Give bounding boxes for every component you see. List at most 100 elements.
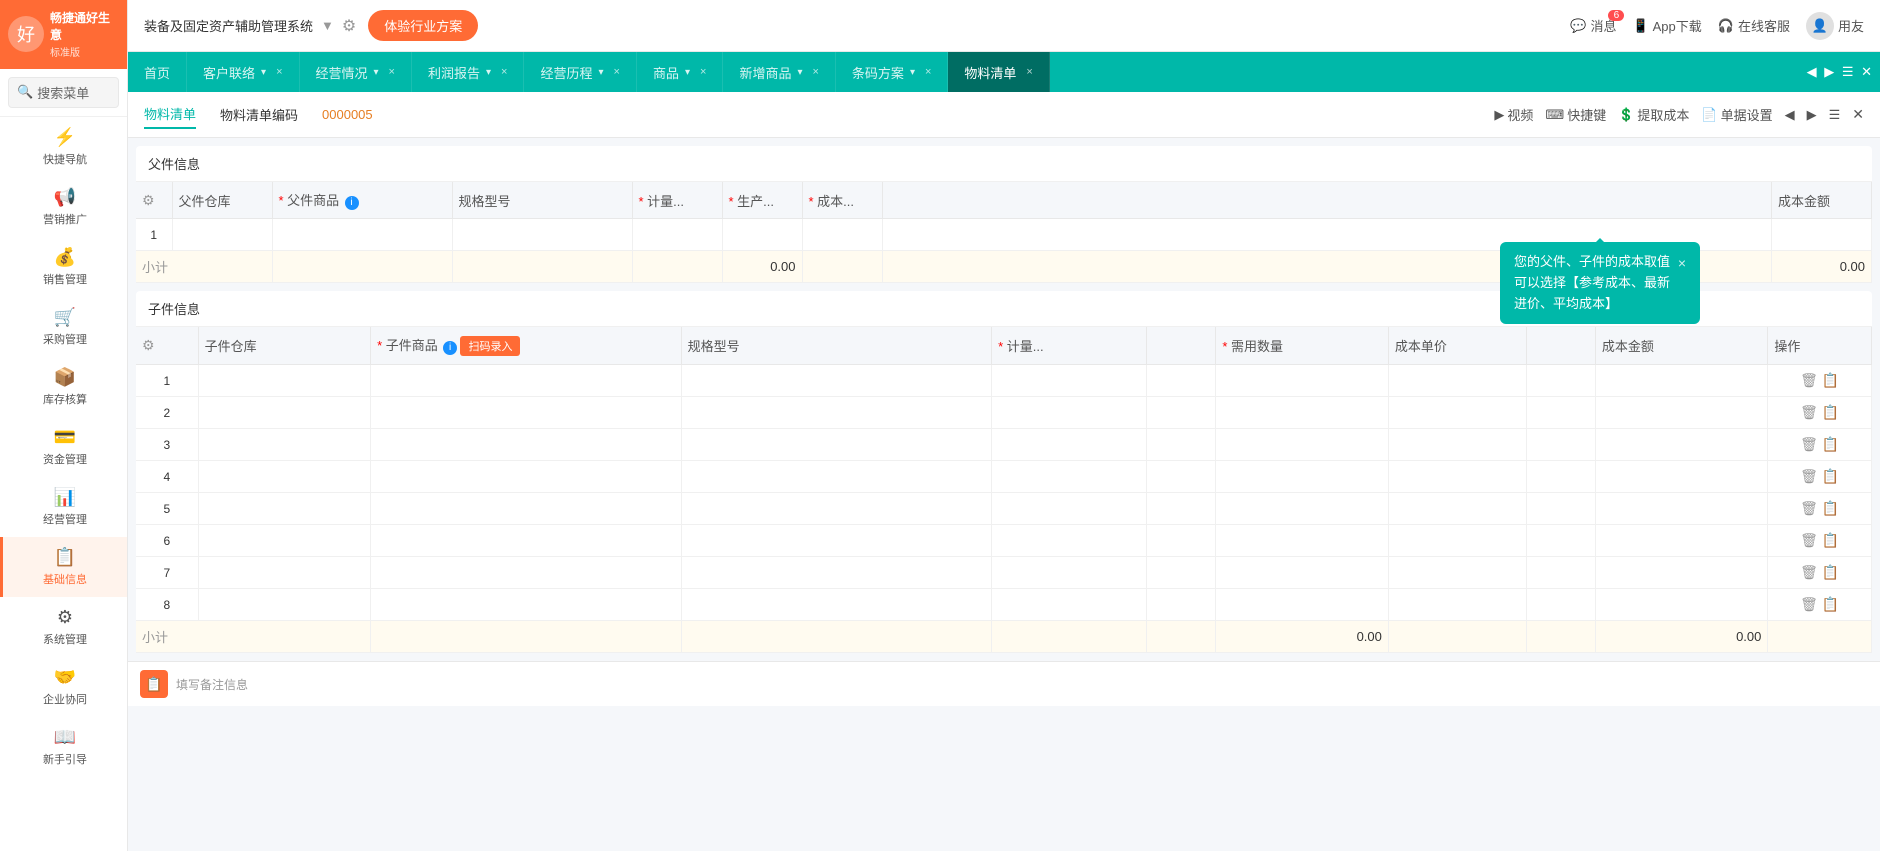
child-qty-cell[interactable] xyxy=(1216,525,1389,557)
tab-prev-icon[interactable]: ◀ xyxy=(1807,64,1817,79)
child-qty-cell[interactable] xyxy=(1216,557,1389,589)
sidebar-item-purchase[interactable]: 🛒 采购管理 xyxy=(0,297,127,357)
copy-icon[interactable]: 📋 xyxy=(1822,596,1839,613)
copy-icon[interactable]: 📋 xyxy=(1822,532,1839,549)
trial-button[interactable]: 体验行业方案 xyxy=(368,10,478,41)
child-qty-cell[interactable] xyxy=(1216,461,1389,493)
child-spec-cell[interactable] xyxy=(681,493,992,525)
child-product-cell[interactable] xyxy=(371,365,682,397)
th-settings[interactable]: ⚙ xyxy=(136,182,172,219)
child-product-cell[interactable] xyxy=(371,397,682,429)
child-unit-cell[interactable] xyxy=(992,397,1147,429)
sub-header-menu-icon[interactable]: ☰ xyxy=(1829,107,1841,123)
delete-icon[interactable]: 🗑 xyxy=(1800,596,1818,613)
child-unit-cell[interactable] xyxy=(992,493,1147,525)
parent-warehouse-cell[interactable] xyxy=(172,219,272,251)
tab-bom[interactable]: 物料清单 × xyxy=(948,52,1049,92)
delete-icon[interactable]: 🗑 xyxy=(1800,372,1818,389)
tab-menu-icon[interactable]: ☰ xyxy=(1842,64,1854,79)
child-unitcost-cell[interactable] xyxy=(1388,397,1526,429)
child-warehouse-cell[interactable] xyxy=(198,429,371,461)
parent-spec-cell[interactable] xyxy=(452,219,632,251)
child-spec-cell[interactable] xyxy=(681,557,992,589)
delete-icon[interactable]: 🗑 xyxy=(1800,500,1818,517)
parent-product-cell[interactable] xyxy=(272,219,452,251)
sidebar-item-operations[interactable]: 📊 经营管理 xyxy=(0,477,127,537)
child-spec-cell[interactable] xyxy=(681,525,992,557)
search-menu-button[interactable]: 🔍 搜索菜单 xyxy=(8,77,119,108)
sys-dropdown-icon[interactable]: ▼ xyxy=(321,18,334,33)
sidebar-item-quick-nav[interactable]: ⚡ 快捷导航 xyxy=(0,117,127,177)
tooltip-close-btn[interactable]: × xyxy=(1678,252,1686,274)
sidebar-item-finance[interactable]: 💳 资金管理 xyxy=(0,417,127,477)
tab-operations[interactable]: 经营情况 ▾ × xyxy=(300,52,412,92)
child-unit-cell[interactable] xyxy=(992,365,1147,397)
scan-input-btn[interactable]: 扫码录入 xyxy=(460,336,520,356)
child-product-cell[interactable] xyxy=(371,493,682,525)
parent-prod-cell[interactable] xyxy=(722,219,802,251)
child-spec-cell[interactable] xyxy=(681,365,992,397)
child-qty-cell[interactable] xyxy=(1216,589,1389,621)
copy-icon[interactable]: 📋 xyxy=(1822,372,1839,389)
sidebar-item-enterprise[interactable]: 🤝 企业协同 xyxy=(0,657,127,717)
settings-icon[interactable]: ⚙ xyxy=(342,16,356,36)
video-tool[interactable]: ▶ 视频 xyxy=(1494,105,1533,124)
child-unit-cell[interactable] xyxy=(992,525,1147,557)
single-setting-tool[interactable]: 📄 单据设置 xyxy=(1701,105,1772,124)
child-product-cell[interactable] xyxy=(371,525,682,557)
th-child-settings[interactable]: ⚙ xyxy=(136,327,198,365)
sidebar-item-sales[interactable]: 💰 销售管理 xyxy=(0,237,127,297)
parent-cost-cell[interactable] xyxy=(802,219,882,251)
child-unitcost-cell[interactable] xyxy=(1388,461,1526,493)
child-qty-cell[interactable] xyxy=(1216,429,1389,461)
parent-unit-cell[interactable] xyxy=(632,219,722,251)
child-product-cell[interactable] xyxy=(371,557,682,589)
sidebar-item-inventory[interactable]: 📦 库存核算 xyxy=(0,357,127,417)
app-download-tool[interactable]: 📱 App下载 xyxy=(1632,16,1701,35)
delete-icon[interactable]: 🗑 xyxy=(1800,532,1818,549)
tab-new-goods[interactable]: 新增商品 ▾ × xyxy=(723,52,835,92)
child-unitcost-cell[interactable] xyxy=(1388,525,1526,557)
col-settings-icon[interactable]: ⚙ xyxy=(142,337,155,353)
child-warehouse-cell[interactable] xyxy=(198,397,371,429)
child-unit-cell[interactable] xyxy=(992,589,1147,621)
col-settings-icon[interactable]: ⚙ xyxy=(142,192,155,208)
close-all-icon[interactable]: ✕ xyxy=(1861,64,1872,79)
child-spec-cell[interactable] xyxy=(681,589,992,621)
copy-icon[interactable]: 📋 xyxy=(1822,500,1839,517)
copy-icon[interactable]: 📋 xyxy=(1822,404,1839,421)
child-spec-cell[interactable] xyxy=(681,397,992,429)
delete-icon[interactable]: 🗑 xyxy=(1800,404,1818,421)
user-tool[interactable]: 👤 用友 xyxy=(1806,12,1864,40)
note-icon[interactable]: 📋 xyxy=(140,670,168,698)
tab-close-icon[interactable]: × xyxy=(700,66,706,78)
child-unitcost-cell[interactable] xyxy=(1388,557,1526,589)
child-qty-cell[interactable] xyxy=(1216,365,1389,397)
online-support-tool[interactable]: 🎧 在线客服 xyxy=(1718,16,1790,35)
child-product-cell[interactable] xyxy=(371,429,682,461)
child-unitcost-cell[interactable] xyxy=(1388,589,1526,621)
child-warehouse-cell[interactable] xyxy=(198,589,371,621)
th-info-icon[interactable]: i xyxy=(345,196,359,210)
tab-close-icon[interactable]: × xyxy=(501,66,507,78)
child-unitcost-cell[interactable] xyxy=(1388,365,1526,397)
tab-history[interactable]: 经营历程 ▾ × xyxy=(524,52,636,92)
child-unit-cell[interactable] xyxy=(992,429,1147,461)
tab-profit[interactable]: 利润报告 ▾ × xyxy=(412,52,524,92)
child-warehouse-cell[interactable] xyxy=(198,461,371,493)
child-spec-cell[interactable] xyxy=(681,429,992,461)
note-hint[interactable]: 填写备注信息 xyxy=(176,676,248,693)
sub-header-prev-icon[interactable]: ◀ xyxy=(1785,107,1795,123)
th-child-info-icon[interactable]: i xyxy=(443,341,457,355)
child-product-cell[interactable] xyxy=(371,589,682,621)
sub-header-next-icon[interactable]: ▶ xyxy=(1807,107,1817,123)
tab-close-icon[interactable]: × xyxy=(614,66,620,78)
sidebar-item-basic-info[interactable]: 📋 基础信息 xyxy=(0,537,127,597)
child-unit-cell[interactable] xyxy=(992,557,1147,589)
message-tool[interactable]: 💬 消息 6 xyxy=(1570,16,1616,35)
tab-home[interactable]: 首页 xyxy=(128,52,187,92)
tab-close-icon[interactable]: × xyxy=(812,66,818,78)
copy-icon[interactable]: 📋 xyxy=(1822,436,1839,453)
sidebar-item-marketing[interactable]: 📢 营销推广 xyxy=(0,177,127,237)
child-warehouse-cell[interactable] xyxy=(198,365,371,397)
